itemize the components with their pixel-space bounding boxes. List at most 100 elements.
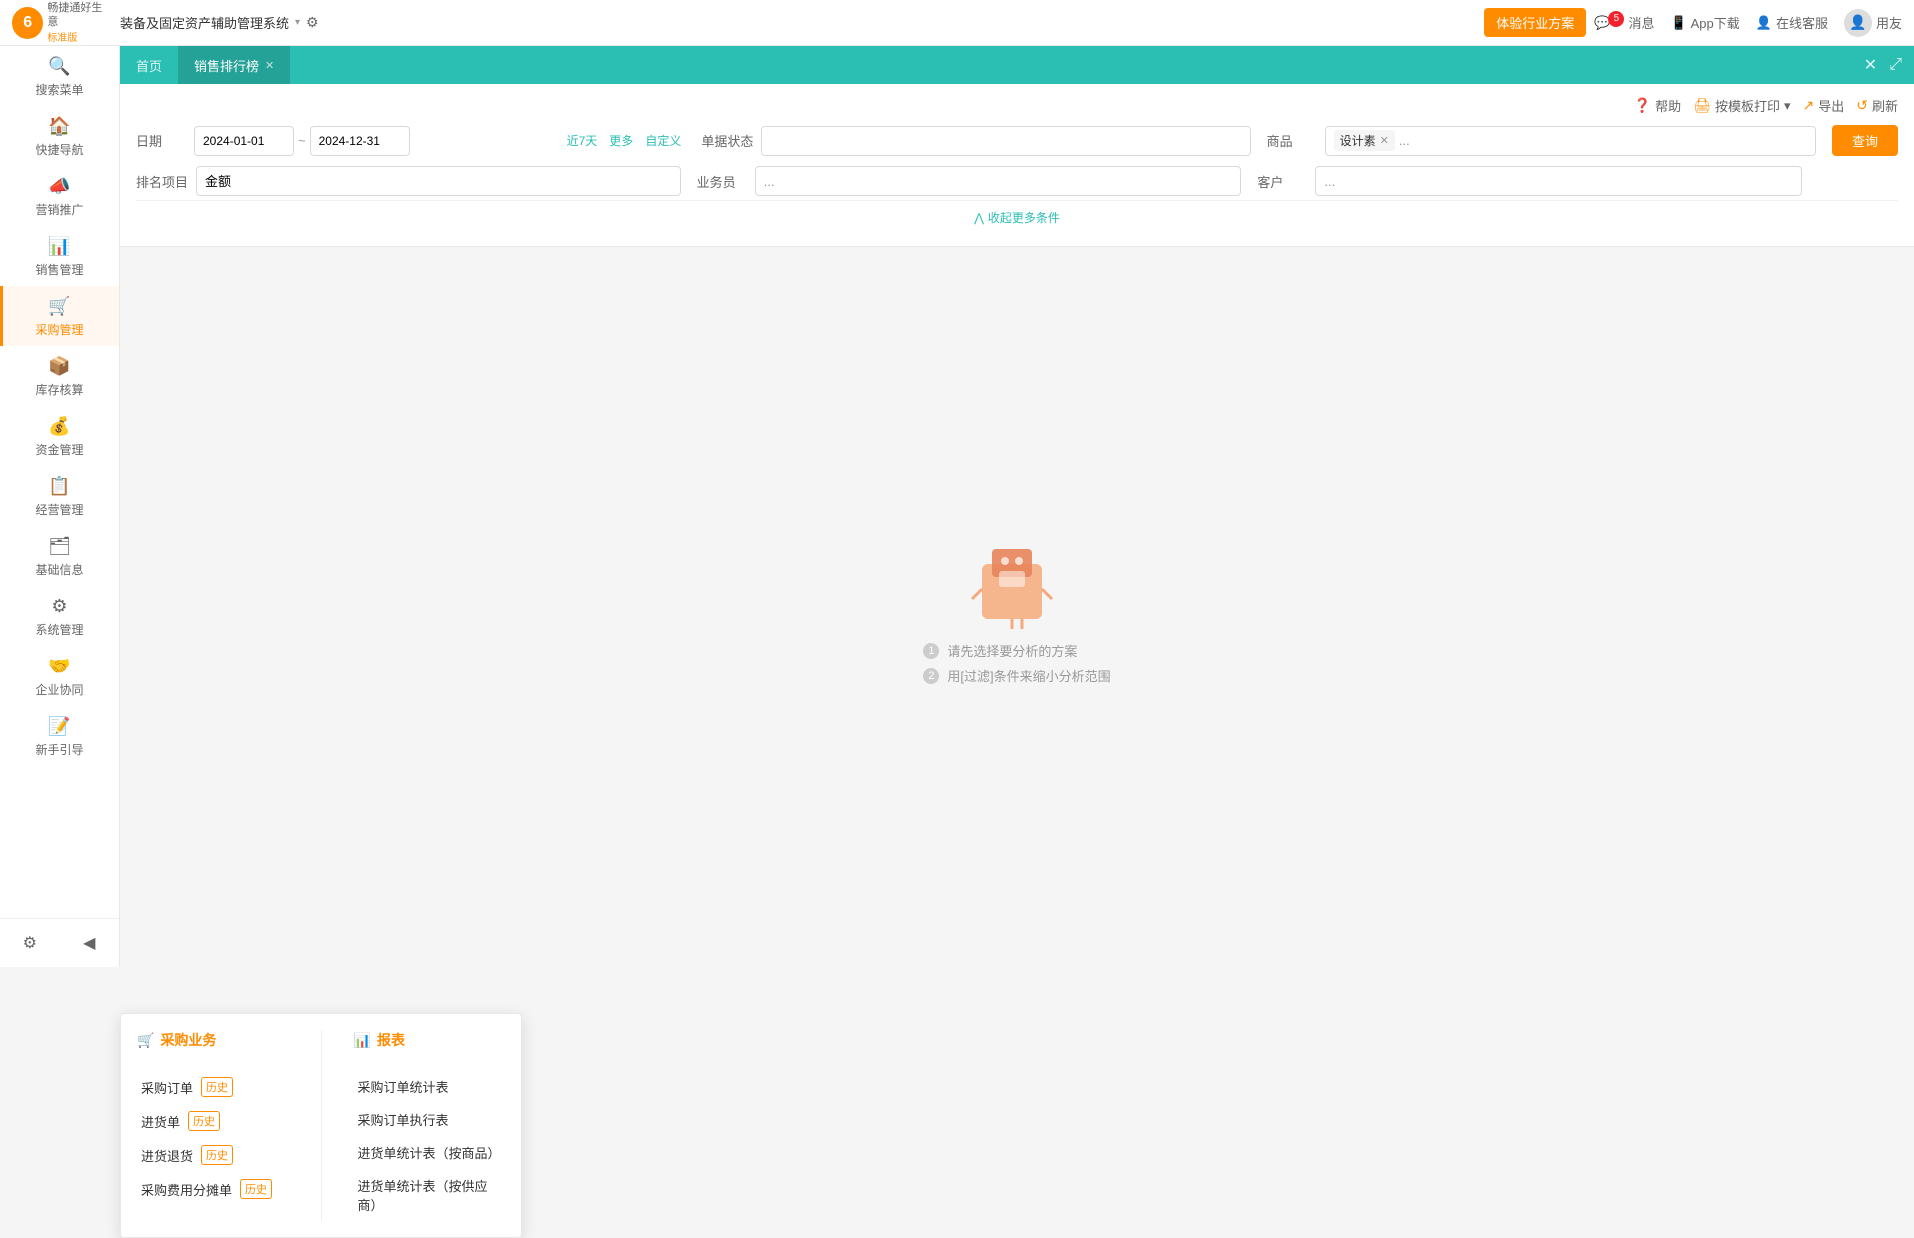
refresh-button[interactable]: ↺ 刷新: [1856, 96, 1898, 115]
system-icon: ⚙: [51, 596, 67, 617]
quick-date-custom[interactable]: 自定义: [641, 130, 685, 151]
customer-filter-group: 客户 ...: [1257, 166, 1802, 196]
goods-label: 商品: [1267, 131, 1317, 150]
menu-item-purchase-order-exec[interactable]: 采购订单执行表: [354, 1103, 506, 1136]
sidebar-item-marketing[interactable]: 📣 营销推广: [0, 166, 119, 226]
sidebar-item-label: 快捷导航: [35, 141, 83, 158]
top-bar: 6 畅捷通好生意 标准版 装备及固定资产辅助管理系统 ▾ ⚙ 体验行业方案 💬 …: [0, 0, 1914, 46]
date-start-input[interactable]: [194, 126, 294, 156]
avatar: 👤: [1844, 9, 1872, 37]
sidebar-collapse-button[interactable]: ◀: [60, 927, 120, 959]
sidebar-item-search[interactable]: 🔍 搜索菜单: [0, 46, 119, 106]
top-right-actions: 💬 5 消息 📱 App下载 👤 在线客服 👤 用友: [1594, 9, 1902, 37]
menu-item-stock-in[interactable]: 进货单 历史: [137, 1104, 289, 1138]
report-col-icon: 📊: [354, 1032, 371, 1049]
sidebar-bottom: ⚙ ◀: [0, 918, 119, 967]
finance-icon: 💰: [48, 416, 70, 437]
print-dropdown-icon[interactable]: ▾: [1784, 98, 1791, 114]
menu-item-stock-in-stats-goods[interactable]: 进货单统计表（按商品）: [354, 1136, 506, 1169]
sidebar-item-quick-nav[interactable]: 🏠 快捷导航: [0, 106, 119, 166]
sidebar-item-operation[interactable]: 📋 经营管理: [0, 466, 119, 526]
quick-date-7days[interactable]: 近7天: [563, 130, 602, 151]
industry-button[interactable]: 体验行业方案: [1484, 8, 1586, 37]
operation-icon: 📋: [48, 476, 70, 497]
quick-date-more[interactable]: 更多: [605, 130, 637, 151]
goods-more-dots[interactable]: ...: [1399, 133, 1410, 148]
salesman-more-dots[interactable]: ...: [764, 174, 775, 189]
collapse-bar[interactable]: ⋀ 收起更多条件: [136, 200, 1898, 234]
goods-tag-close[interactable]: ✕: [1380, 134, 1389, 147]
sidebar-item-enterprise[interactable]: 🤝 企业协同: [0, 646, 119, 706]
purchase-cost-label: 采购费用分摊单: [141, 1180, 232, 1199]
message-badge: 5: [1608, 11, 1624, 27]
filter-rows: 日期 ~ 近7天 更多 自定义 单据状态: [136, 125, 1898, 196]
rank-select[interactable]: 金额: [196, 166, 681, 196]
tab-close-window-icon[interactable]: ✕: [1860, 51, 1881, 79]
tab-bar: 首页 销售排行榜 ✕ ✕ ⤢: [120, 46, 1914, 84]
sidebar-item-label: 经营管理: [35, 501, 83, 518]
sidebar-settings-button[interactable]: ⚙: [0, 927, 60, 959]
sidebar-item-newbie[interactable]: 📝 新手引导: [0, 706, 119, 766]
system-settings-icon[interactable]: ⚙: [306, 14, 319, 31]
help-icon: ❓: [1634, 97, 1651, 114]
empty-step1: 1 请先选择要分析的方案: [923, 641, 1110, 660]
date-range: ~: [194, 126, 555, 156]
print-button[interactable]: 🖨 按模板打印 ▾: [1693, 96, 1790, 115]
enterprise-icon: 🤝: [48, 656, 70, 677]
rank-filter-group: 排名项目 金额: [136, 166, 681, 196]
date-filter-group: 日期 ~ 近7天 更多 自定义: [136, 126, 685, 156]
doc-status-label: 单据状态: [701, 131, 753, 150]
home-icon: 🏠: [48, 116, 70, 137]
help-button[interactable]: ❓ 帮助: [1634, 96, 1681, 115]
sidebar-item-basic[interactable]: 🗂 基础信息: [0, 526, 119, 586]
system-dropdown-arrow[interactable]: ▾: [295, 17, 300, 28]
user-item[interactable]: 👤 用友: [1844, 9, 1902, 37]
doc-status-select[interactable]: [761, 126, 1250, 156]
collapse-label: 收起更多条件: [988, 209, 1060, 226]
purchase-menu-col: 🛒 采购业务 采购订单 历史 进货单 历史 进货退货 历史 采购费用分摊单 历史: [137, 1030, 289, 1221]
sidebar-item-system[interactable]: ⚙ 系统管理: [0, 586, 119, 646]
menu-item-purchase-cost[interactable]: 采购费用分摊单 历史: [137, 1172, 289, 1206]
print-icon: 🖨: [1693, 97, 1711, 114]
report-col-title: 📊 报表: [354, 1030, 506, 1058]
sidebar-item-finance[interactable]: 💰 资金管理: [0, 406, 119, 466]
sidebar-item-purchase[interactable]: 🛒 采购管理: [0, 286, 119, 346]
empty-text-container: 1 请先选择要分析的方案 2 用[过滤]条件来缩小分析范围: [923, 641, 1110, 685]
export-icon: ↗: [1803, 97, 1815, 114]
date-end-input[interactable]: [310, 126, 410, 156]
step1-num: 1: [923, 643, 939, 659]
service-icon: 👤: [1756, 15, 1772, 31]
stock-in-stats-goods-label: 进货单统计表（按商品）: [358, 1143, 501, 1162]
tab-fullscreen-icon[interactable]: ⤢: [1885, 52, 1906, 78]
logo-area: 6 畅捷通好生意 标准版: [12, 1, 112, 45]
filter-area: ❓ 帮助 🖨 按模板打印 ▾ ↗ 导出 ↺ 刷新: [120, 84, 1914, 247]
filter-toolbar: ❓ 帮助 🖨 按模板打印 ▾ ↗ 导出 ↺ 刷新: [136, 96, 1898, 115]
newbie-icon: 📝: [48, 716, 70, 737]
purchase-dropdown-menu: 🛒 采购业务 采购订单 历史 进货单 历史 进货退货 历史 采购费用分摊单 历史: [120, 1013, 522, 1238]
empty-svg: [957, 529, 1077, 629]
menu-item-purchase-order-stats[interactable]: 采购订单统计表: [354, 1070, 506, 1103]
customer-more-dots[interactable]: ...: [1324, 174, 1335, 189]
main-layout: 🔍 搜索菜单 🏠 快捷导航 📣 营销推广 📊 销售管理 🛒 采购管理 📦 库存核…: [0, 46, 1914, 967]
export-button[interactable]: ↗ 导出: [1803, 96, 1845, 115]
sidebar-item-label: 资金管理: [35, 441, 83, 458]
online-service-item[interactable]: 👤 在线客服: [1756, 13, 1828, 32]
message-label: 消息: [1628, 13, 1654, 32]
tab-close-icon[interactable]: ✕: [265, 59, 274, 72]
sidebar-item-inventory[interactable]: 📦 库存核算: [0, 346, 119, 406]
menu-item-stock-return[interactable]: 进货退货 历史: [137, 1138, 289, 1172]
tab-home[interactable]: 首页: [120, 46, 178, 84]
search-icon: 🔍: [48, 56, 70, 77]
sidebar-item-sales[interactable]: 📊 销售管理: [0, 226, 119, 286]
purchase-order-label: 采购订单: [141, 1078, 193, 1097]
basic-icon: 🗂: [48, 536, 71, 557]
tab-sales-rank[interactable]: 销售排行榜 ✕: [178, 46, 290, 84]
message-item[interactable]: 💬 5 消息: [1594, 13, 1654, 32]
query-button[interactable]: 查询: [1832, 125, 1898, 156]
filter-row-1: 日期 ~ 近7天 更多 自定义 单据状态: [136, 125, 1898, 156]
inventory-icon: 📦: [48, 356, 70, 377]
menu-item-purchase-order[interactable]: 采购订单 历史: [137, 1070, 289, 1104]
export-label: 导出: [1818, 96, 1844, 115]
app-download-item[interactable]: 📱 App下载: [1670, 13, 1739, 32]
menu-item-stock-in-stats-supplier[interactable]: 进货单统计表（按供应商）: [354, 1169, 506, 1221]
